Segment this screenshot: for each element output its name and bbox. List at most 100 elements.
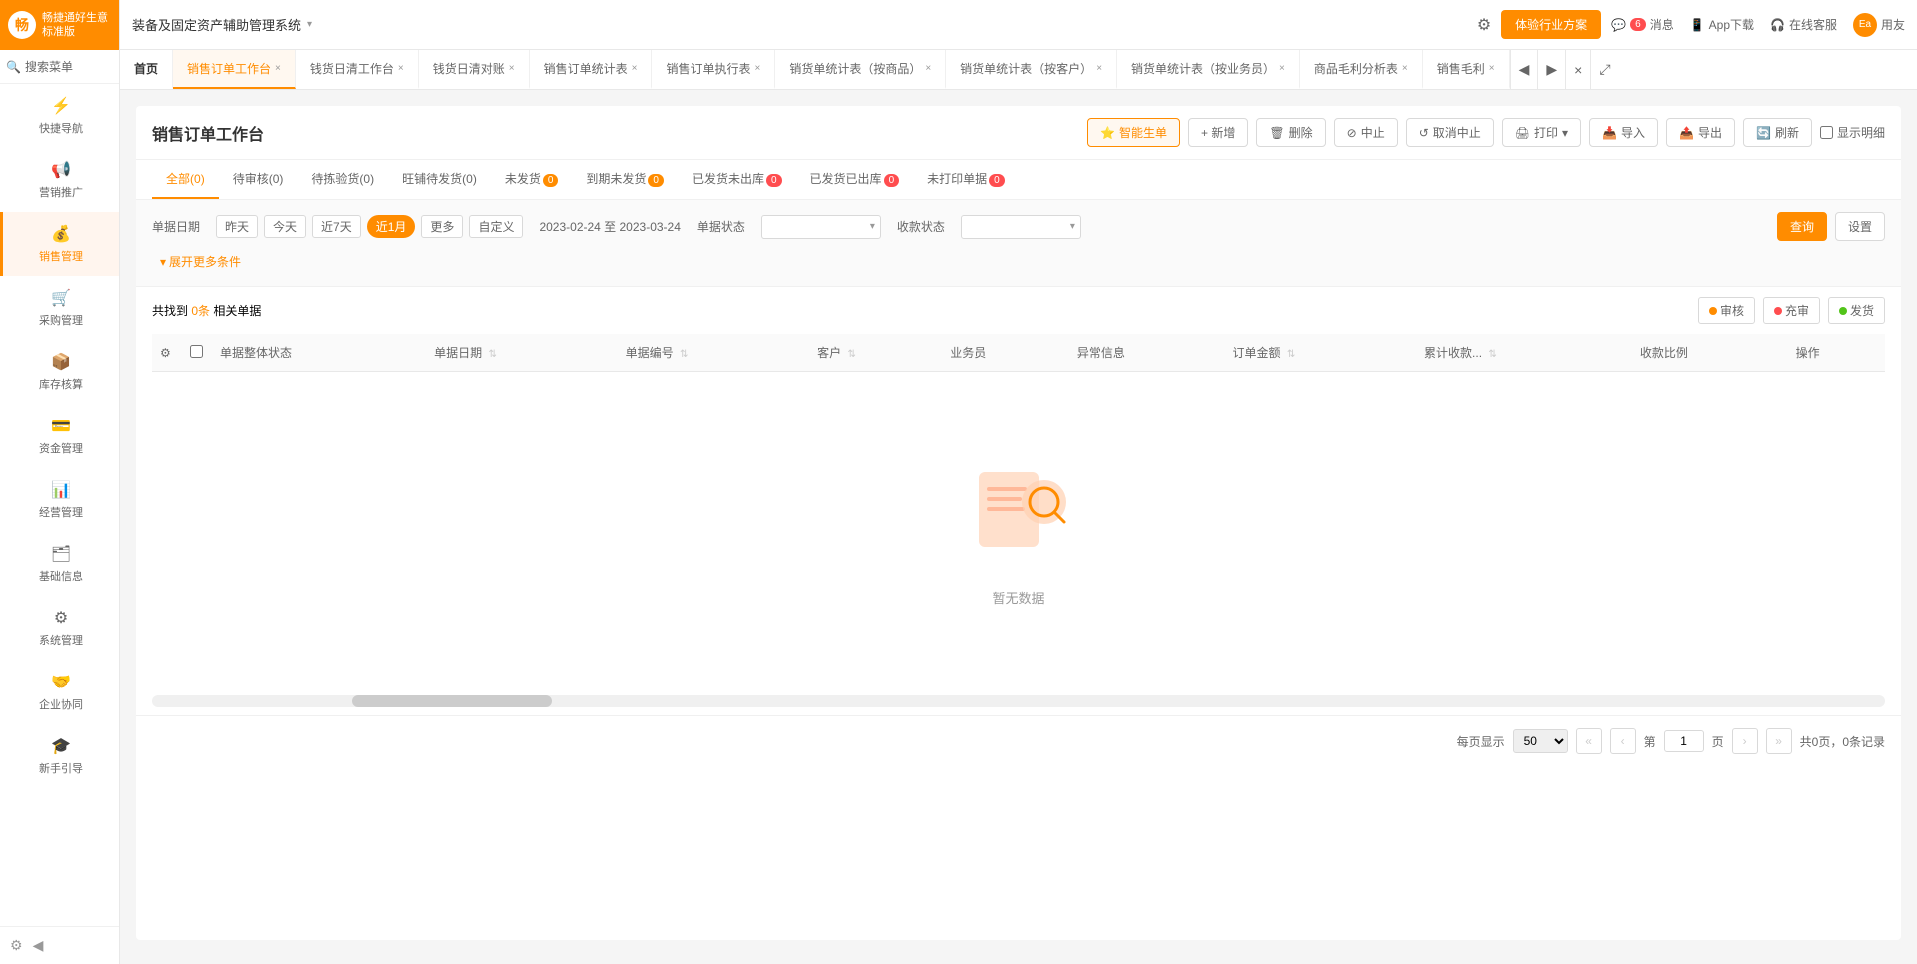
subtab-pending-inspect[interactable]: 待拣验货(0) xyxy=(297,160,388,199)
scrollbar-thumb[interactable] xyxy=(352,695,552,707)
user-menu-btn[interactable]: Ea 用友 xyxy=(1853,13,1905,37)
tab-sales-workbench[interactable]: 销售订单工作台 × xyxy=(173,50,296,89)
topbar-dropdown-icon[interactable]: ▾ xyxy=(307,19,312,30)
show-detail-checkbox[interactable]: 显示明细 xyxy=(1820,124,1885,141)
sidebar-item-finance[interactable]: 💳 资金管理 xyxy=(0,404,119,468)
query-btn[interactable]: 查询 xyxy=(1777,212,1827,241)
expand-filter-btn[interactable]: ▾ 展开更多条件 xyxy=(152,249,249,274)
subtab-pending-review[interactable]: 待审核(0) xyxy=(219,160,298,199)
payment-select[interactable] xyxy=(961,215,1081,239)
refresh-btn[interactable]: 🔄 刷新 xyxy=(1743,118,1812,147)
th-date[interactable]: 单据日期 ⇅ xyxy=(426,334,618,372)
tab-sales-summary-customer[interactable]: 销货单统计表（按客户） × xyxy=(946,50,1117,89)
cancel-stop-btn[interactable]: ↺ 取消中止 xyxy=(1406,118,1494,147)
tab-next-btn[interactable]: ▶ xyxy=(1537,50,1565,89)
date-btn-custom[interactable]: 自定义 xyxy=(469,215,523,238)
sidebar-collapse-btn[interactable]: ◀ xyxy=(33,937,44,954)
tab-sales-exec[interactable]: 销售订单执行表 × xyxy=(652,50,775,89)
last-page-btn[interactable]: » xyxy=(1766,728,1792,754)
export-btn[interactable]: 📤 导出 xyxy=(1666,118,1735,147)
search-icon: 🔍 xyxy=(6,60,21,74)
tab-cash-reconcile[interactable]: 钱货日清对账 × xyxy=(419,50,530,89)
tab-close-summary-customer[interactable]: × xyxy=(1096,63,1102,74)
sidebar-item-system[interactable]: ⚙ 系统管理 xyxy=(0,596,119,660)
page-label: 第 xyxy=(1644,733,1656,750)
sidebar-settings-btn[interactable]: ⚙ xyxy=(10,937,23,954)
add-btn[interactable]: + 新增 xyxy=(1188,118,1248,147)
sidebar-item-marketing[interactable]: 📢 营销推广 xyxy=(0,148,119,212)
stop-btn[interactable]: ⊘ 中止 xyxy=(1334,118,1398,147)
subtab-wangpu-ship[interactable]: 旺铺待发货(0) xyxy=(388,160,491,199)
th-number[interactable]: 单据编号 ⇅ xyxy=(618,334,810,372)
tab-prev-btn[interactable]: ◀ xyxy=(1510,50,1538,89)
tab-sales-summary-staff[interactable]: 销货单统计表（按业务员） × xyxy=(1117,50,1300,89)
delete-btn[interactable]: 🗑 删除 xyxy=(1256,118,1325,147)
tab-close-profit[interactable]: × xyxy=(1489,63,1495,74)
payment-select-wrap xyxy=(961,215,1081,239)
date-btn-more[interactable]: 更多 xyxy=(421,215,463,238)
tab-close-cash-daily[interactable]: × xyxy=(398,63,404,74)
tab-close-sales-exec[interactable]: × xyxy=(754,63,760,74)
settings-filter-btn[interactable]: 设置 xyxy=(1835,212,1885,241)
sidebar-item-quick-nav[interactable]: ⚡ 快捷导航 xyxy=(0,84,119,148)
tab-close-summary-staff[interactable]: × xyxy=(1279,63,1285,74)
sidebar-item-basic[interactable]: 🗂 基础信息 xyxy=(0,532,119,596)
th-customer[interactable]: 客户 ⇅ xyxy=(809,334,942,372)
page-total: 共0页，0条记录 xyxy=(1800,733,1885,750)
page-input[interactable] xyxy=(1664,730,1704,752)
tab-margin-analysis[interactable]: 商品毛利分析表 × xyxy=(1300,50,1423,89)
subtab-not-shipped[interactable]: 未发货0 xyxy=(491,160,573,199)
sidebar-item-sales[interactable]: 💰 销售管理 xyxy=(0,212,119,276)
tab-close-sales-workbench[interactable]: × xyxy=(275,63,281,74)
sidebar-item-guide[interactable]: 🎓 新手引导 xyxy=(0,724,119,788)
sidebar-item-inventory[interactable]: 📦 库存核算 xyxy=(0,340,119,404)
print-btn[interactable]: 🖨 打印 ▾ xyxy=(1502,118,1581,147)
horizontal-scrollbar[interactable] xyxy=(152,695,1885,707)
sidebar-item-operation[interactable]: 📊 经营管理 xyxy=(0,468,119,532)
tab-close-margin[interactable]: × xyxy=(1402,63,1408,74)
sidebar-item-enterprise[interactable]: 🤝 企业协同 xyxy=(0,660,119,724)
date-btn-7days[interactable]: 近7天 xyxy=(312,215,361,238)
tab-close-cash-reconcile[interactable]: × xyxy=(509,63,515,74)
date-btn-yesterday[interactable]: 昨天 xyxy=(216,215,258,238)
ai-generate-btn[interactable]: ⭐ 智能生单 xyxy=(1087,118,1180,147)
solution-btn[interactable]: 体验行业方案 xyxy=(1501,10,1601,39)
tab-close-all-btn[interactable]: × xyxy=(1565,50,1590,89)
th-settings[interactable]: ⚙ xyxy=(152,334,182,372)
subtab-shipped-not-out[interactable]: 已发货未出库0 xyxy=(678,160,796,199)
date-btn-today[interactable]: 今天 xyxy=(264,215,306,238)
prev-page-btn[interactable]: ‹ xyxy=(1610,728,1636,754)
online-service-btn[interactable]: 🎧 在线客服 xyxy=(1770,16,1837,33)
batch-ship-btn[interactable]: 发货 xyxy=(1828,297,1885,324)
status-select[interactable] xyxy=(761,215,881,239)
tab-home[interactable]: 首页 xyxy=(120,50,173,89)
th-collected[interactable]: 累计收款... ⇅ xyxy=(1416,334,1632,372)
sidebar-search[interactable]: 🔍 搜索菜单 xyxy=(0,50,119,84)
tab-sales-stat[interactable]: 销售订单统计表 × xyxy=(530,50,653,89)
batch-unrev-btn[interactable]: 充审 xyxy=(1763,297,1820,324)
tab-sales-summary-product[interactable]: 销货单统计表（按商品） × xyxy=(775,50,946,89)
tab-sales-profit[interactable]: 销售毛利 × xyxy=(1423,50,1510,89)
tab-cash-daily[interactable]: 钱货日清工作台 × xyxy=(296,50,419,89)
show-detail-input[interactable] xyxy=(1820,126,1833,139)
tab-maximize-btn[interactable]: ⤢ xyxy=(1590,50,1618,89)
message-btn[interactable]: 💬 6 消息 xyxy=(1611,16,1674,33)
payment-filter-label: 收款状态 xyxy=(897,218,945,235)
topbar-settings-icon[interactable]: ⚙ xyxy=(1477,15,1491,35)
subtab-not-printed[interactable]: 未打印单据0 xyxy=(913,160,1019,199)
next-page-btn[interactable]: › xyxy=(1732,728,1758,754)
tab-close-sales-stat[interactable]: × xyxy=(632,63,638,74)
tab-close-summary-product[interactable]: × xyxy=(925,63,931,74)
batch-review-btn[interactable]: 审核 xyxy=(1698,297,1755,324)
subtab-shipped-out[interactable]: 已发货已出库0 xyxy=(796,160,914,199)
select-all-checkbox[interactable] xyxy=(190,345,203,358)
date-btn-1month[interactable]: 近1月 xyxy=(367,215,416,238)
subtab-overdue-not-shipped[interactable]: 到期未发货0 xyxy=(572,160,678,199)
import-btn[interactable]: 📥 导入 xyxy=(1589,118,1658,147)
first-page-btn[interactable]: « xyxy=(1576,728,1602,754)
per-page-select[interactable]: 50 100 xyxy=(1513,729,1568,753)
app-download-btn[interactable]: 📱 App下载 xyxy=(1690,16,1754,33)
subtab-all[interactable]: 全部(0) xyxy=(152,160,219,199)
sidebar-item-purchase[interactable]: 🛒 采购管理 xyxy=(0,276,119,340)
th-amount[interactable]: 订单金额 ⇅ xyxy=(1225,334,1417,372)
